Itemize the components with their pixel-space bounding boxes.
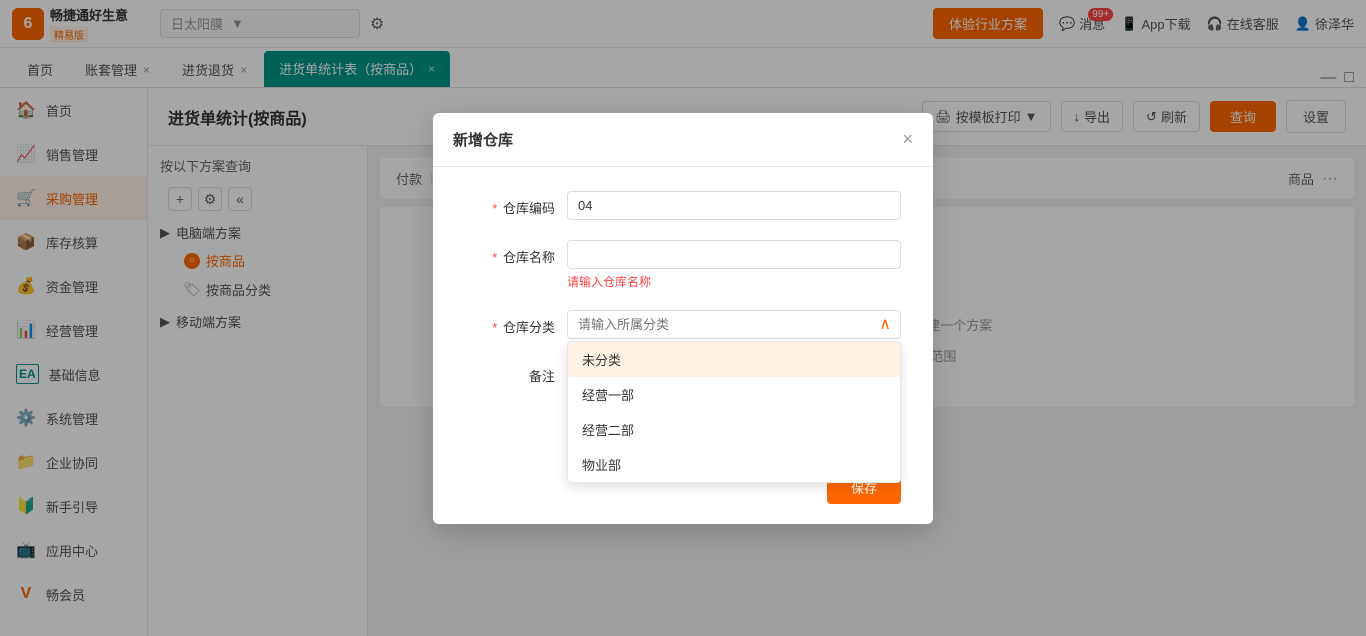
warehouse-code-label: * 仓库编码 <box>465 191 555 217</box>
warehouse-name-row: * 仓库名称 请输入仓库名称 <box>465 240 901 290</box>
dialog-body: * 仓库编码 * 仓库名称 请输入仓库名称 * <box>433 167 933 459</box>
dropdown-option-ops1[interactable]: 经营一部 <box>568 377 900 412</box>
name-required-mark: * <box>492 250 497 265</box>
category-dropdown-list: 未分类 经营一部 经营二部 物业部 <box>567 341 901 483</box>
warehouse-name-error: 请输入仓库名称 <box>567 273 901 290</box>
category-dropdown-arrow[interactable]: ∧ <box>879 314 891 334</box>
dialog-close-btn[interactable]: × <box>902 129 913 150</box>
warehouse-remark-label: 备注 <box>465 359 555 385</box>
dialog-header: 新增仓库 × <box>433 113 933 167</box>
warehouse-category-label: * 仓库分类 <box>465 310 555 336</box>
code-required-mark: * <box>492 201 497 216</box>
dropdown-option-ops2[interactable]: 经营二部 <box>568 412 900 447</box>
dropdown-option-property[interactable]: 物业部 <box>568 447 900 482</box>
warehouse-category-row: * 仓库分类 ∧ 未分类 经营一部 经营二部 <box>465 310 901 339</box>
warehouse-name-input[interactable] <box>567 240 901 269</box>
warehouse-name-label: * 仓库名称 <box>465 240 555 266</box>
warehouse-category-input[interactable] <box>567 310 901 339</box>
dialog-title: 新增仓库 <box>453 129 513 150</box>
warehouse-name-wrapper: 请输入仓库名称 <box>567 240 901 290</box>
warehouse-code-input[interactable] <box>567 191 901 220</box>
dropdown-option-uncategorized[interactable]: 未分类 <box>568 342 900 377</box>
warehouse-code-row: * 仓库编码 <box>465 191 901 220</box>
warehouse-category-wrapper: ∧ 未分类 经营一部 经营二部 物业部 <box>567 310 901 339</box>
dialog-overlay: 新增仓库 × * 仓库编码 * 仓库名称 请输入仓库名称 <box>0 0 1366 636</box>
new-warehouse-dialog: 新增仓库 × * 仓库编码 * 仓库名称 请输入仓库名称 <box>433 113 933 524</box>
category-required-mark: * <box>492 320 497 335</box>
